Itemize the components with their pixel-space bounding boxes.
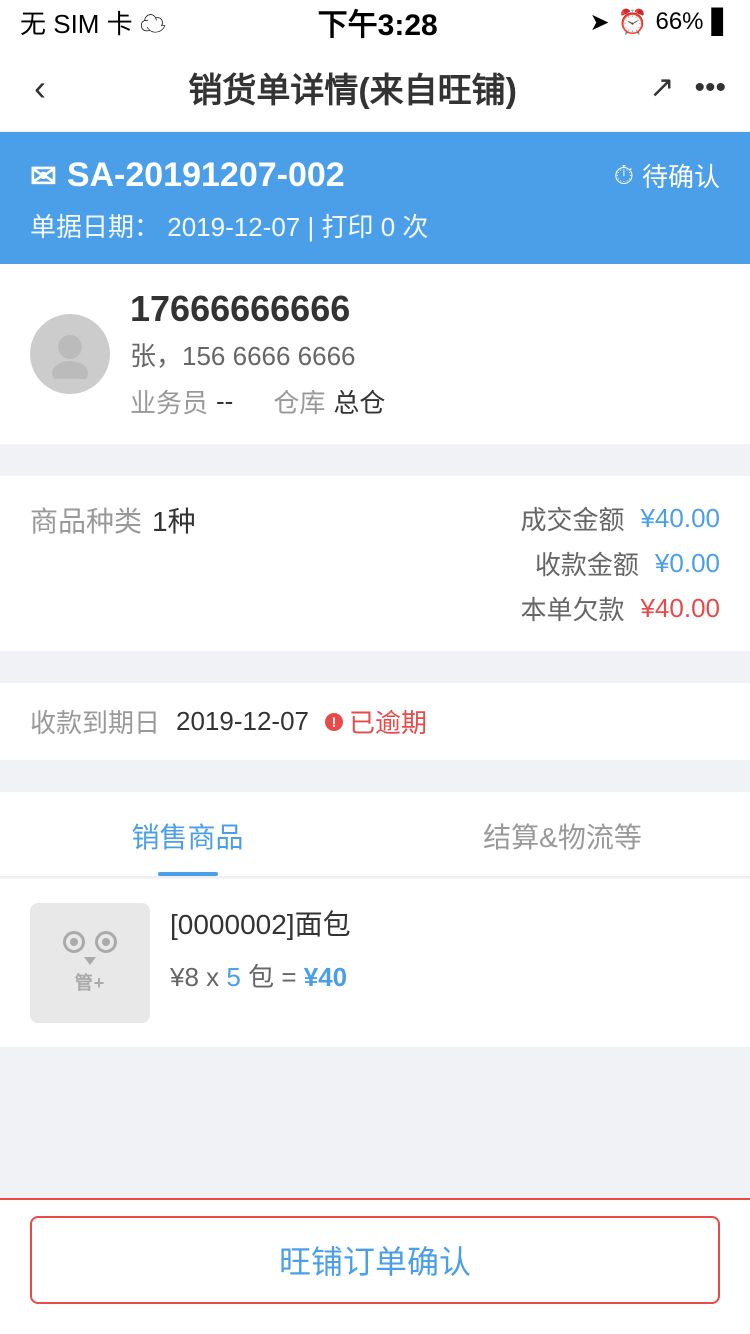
tab-sales-label: 销售商品 <box>131 822 243 853</box>
order-status-text: 待确认 <box>642 157 720 194</box>
status-right: ➤ ⏰ 66% ▋ <box>589 8 730 37</box>
amount-row: 成交金额 ¥40.00 <box>520 500 720 537</box>
product-total: ¥40 <box>304 962 347 992</box>
tab-settlement-label: 结算&物流等 <box>483 822 642 853</box>
date-label: 单据日期： <box>30 212 160 242</box>
order-date-row: 单据日期： 2019-12-07 | 打印 0 次 <box>30 207 720 244</box>
due-section: 收款到期日 2019-12-07 ! 已逾期 <box>0 683 750 760</box>
order-header: ✉ SA-20191207-002 ⏱ 待确认 单据日期： 2019-12-07… <box>0 132 750 264</box>
unit-price: ¥8 <box>170 962 199 992</box>
summary-section: 商品种类 1种 成交金额 ¥40.00 收款金额 ¥0.00 本单欠款 ¥40.… <box>0 476 750 651</box>
overdue-text: 已逾期 <box>349 703 427 740</box>
warehouse-label: 仓库 <box>273 383 325 420</box>
status-bar: 无 SIM 卡 ☁ 下午3:28 ➤ ⏰ 66% ▋ <box>0 0 750 44</box>
back-button[interactable]: ‹ <box>24 57 56 119</box>
sales-value: -- <box>216 386 233 417</box>
tabs-row: 销售商品 结算&物流等 <box>0 792 750 877</box>
summary-left: 商品种类 1种 <box>30 500 196 540</box>
received-label: 收款金额 <box>535 545 639 582</box>
owl-beak <box>84 957 96 965</box>
date-separator: | <box>307 212 321 242</box>
nav-actions: ↗ ••• <box>649 70 726 105</box>
customer-section: 17666666666 张，156 6666 6666 业务员 -- 仓库 总仓 <box>0 264 750 444</box>
more-icon[interactable]: ••• <box>694 71 726 105</box>
share-icon[interactable]: ↗ <box>649 70 674 105</box>
due-date-value: 2019-12-07 <box>176 706 309 737</box>
tab-active-underline <box>158 872 218 876</box>
print-info: 打印 0 次 <box>321 212 428 242</box>
owl-left-eye <box>63 931 85 953</box>
order-header-top: ✉ SA-20191207-002 ⏱ 待确认 <box>30 156 720 195</box>
customer-name: 张，156 6666 6666 <box>130 336 720 373</box>
owl-eyes <box>63 931 117 953</box>
owl-right-eye <box>95 931 117 953</box>
overdue-badge: ! 已逾期 <box>325 703 427 740</box>
battery-level: 66% <box>655 8 703 36</box>
amount-value: ¥40.00 <box>640 503 720 534</box>
unit: 包 <box>248 962 274 992</box>
owl-logo: 管+ <box>63 931 117 995</box>
sales-label: 业务员 <box>130 383 208 420</box>
status-time: 下午3:28 <box>318 0 438 44</box>
sales-meta: 业务员 -- <box>130 383 233 420</box>
customer-meta: 业务员 -- 仓库 总仓 <box>130 383 720 420</box>
order-status: ⏱ 待确认 <box>614 157 720 194</box>
owed-row: 本单欠款 ¥40.00 <box>520 590 720 627</box>
product-info: [0000002]面包 ¥8 x 5 包 = ¥40 <box>170 903 720 994</box>
product-type-label: 商品种类 <box>30 500 142 540</box>
status-left: 无 SIM 卡 ☁ <box>20 4 166 41</box>
order-date-value: 2019-12-07 <box>167 212 300 242</box>
customer-row: 17666666666 张，156 6666 6666 业务员 -- 仓库 总仓 <box>30 288 720 420</box>
product-type-value: 1种 <box>152 500 196 540</box>
quantity: 5 <box>226 962 240 992</box>
avatar <box>30 314 110 394</box>
divider-2 <box>0 667 750 683</box>
amount-label: 成交金额 <box>520 500 624 537</box>
summary-right: 成交金额 ¥40.00 收款金额 ¥0.00 本单欠款 ¥40.00 <box>520 500 720 627</box>
navigation-icon: ➤ <box>589 8 609 37</box>
nav-bar: ‹ 销货单详情(来自旺铺) ↗ ••• <box>0 44 750 132</box>
clock-icon: ⏱ <box>614 160 634 192</box>
product-section: 管+ [0000002]面包 ¥8 x 5 包 = ¥40 <box>0 879 750 1047</box>
battery-icon: ▋ <box>712 8 730 37</box>
order-id-text: SA-20191207-002 <box>67 156 345 195</box>
divider-3 <box>0 776 750 792</box>
bottom-bar: 旺铺订单确认 <box>0 1198 750 1334</box>
page-title: 销货单详情(来自旺铺) <box>188 63 517 112</box>
product-name: [0000002]面包 <box>170 903 720 943</box>
content-area: ✉ SA-20191207-002 ⏱ 待确认 单据日期： 2019-12-07… <box>0 132 750 1187</box>
divider-1 <box>0 460 750 476</box>
warehouse-value: 总仓 <box>333 383 385 420</box>
sim-status: 无 SIM 卡 ☁ <box>20 4 166 41</box>
summary-row: 商品种类 1种 成交金额 ¥40.00 收款金额 ¥0.00 本单欠款 ¥40.… <box>30 500 720 627</box>
multiply-sign: x <box>206 962 226 992</box>
equals-sign: = <box>281 962 303 992</box>
owed-value: ¥40.00 <box>640 593 720 624</box>
due-label: 收款到期日 <box>30 703 160 740</box>
customer-info: 17666666666 张，156 6666 6666 业务员 -- 仓库 总仓 <box>130 288 720 420</box>
order-id: ✉ SA-20191207-002 <box>30 156 345 195</box>
received-value: ¥0.00 <box>655 548 720 579</box>
tab-settlement[interactable]: 结算&物流等 <box>375 792 750 876</box>
overdue-dot-icon: ! <box>325 713 343 731</box>
product-thumbnail: 管+ <box>30 903 150 1023</box>
owed-label: 本单欠款 <box>520 590 624 627</box>
tab-sales-products[interactable]: 销售商品 <box>0 792 375 876</box>
product-item: 管+ [0000002]面包 ¥8 x 5 包 = ¥40 <box>0 879 750 1047</box>
warehouse-meta: 仓库 总仓 <box>273 383 385 420</box>
alarm-icon: ⏰ <box>618 8 648 37</box>
owl-brand-text: 管+ <box>75 969 106 995</box>
received-row: 收款金额 ¥0.00 <box>535 545 720 582</box>
confirm-order-button[interactable]: 旺铺订单确认 <box>30 1216 720 1304</box>
product-price-row: ¥8 x 5 包 = ¥40 <box>170 957 720 994</box>
tabs-section: 销售商品 结算&物流等 <box>0 792 750 877</box>
customer-phone: 17666666666 <box>130 288 720 330</box>
order-envelope-icon: ✉ <box>30 157 57 195</box>
